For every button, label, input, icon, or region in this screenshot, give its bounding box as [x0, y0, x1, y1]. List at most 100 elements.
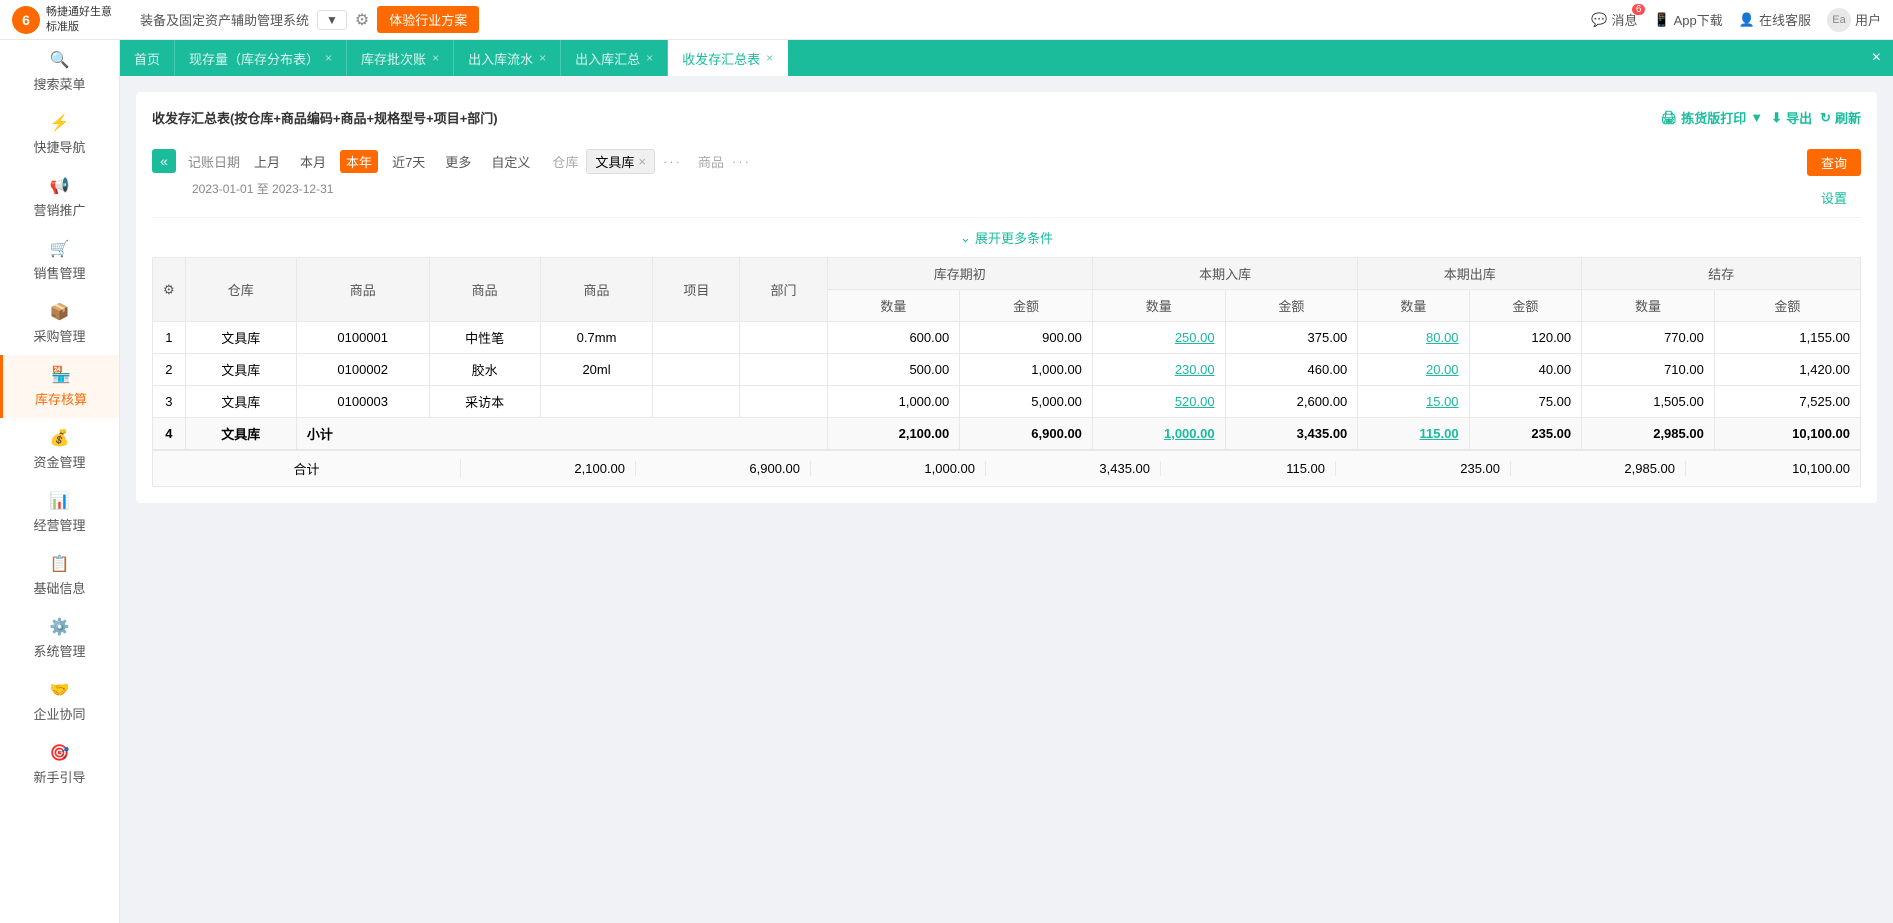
th-balance: 结存: [1582, 258, 1861, 290]
trial-button[interactable]: 体验行业方案: [377, 6, 479, 33]
td-warehouse-2: 文具库: [185, 354, 296, 386]
td-in-amt-2: 460.00: [1225, 354, 1358, 386]
settings-icon[interactable]: ⚙: [355, 10, 369, 30]
out-qty-link-1[interactable]: 80.00: [1426, 330, 1459, 345]
td-in-qty-1[interactable]: 250.00: [1092, 322, 1225, 354]
sidebar-item-marketing[interactable]: 📢 营销推广: [0, 166, 119, 229]
tab-bar-close-button[interactable]: ×: [1860, 49, 1893, 67]
sidebar-item-operations[interactable]: 📊 经营管理: [0, 481, 119, 544]
subtotal-in-qty-link[interactable]: 1,000.00: [1164, 426, 1215, 441]
page-title-text: 收发存汇总表(按仓库+商品编码+商品+规格型号+项目+部门): [152, 108, 498, 127]
tab-recv-send-summary[interactable]: 收发存汇总表 ×: [668, 40, 788, 76]
settings-link[interactable]: 设置: [1821, 188, 1847, 207]
date-btn-more[interactable]: 更多: [439, 150, 477, 173]
tab-recv-send-summary-close[interactable]: ×: [766, 51, 773, 65]
td-dept-3: [740, 386, 827, 418]
warehouse-tag-close-icon[interactable]: ×: [638, 154, 646, 169]
td-subtotal-label: 小计: [296, 418, 827, 450]
td-out-qty-1[interactable]: 80.00: [1358, 322, 1469, 354]
export-icon: ⬇: [1771, 110, 1782, 126]
sidebar-item-basic[interactable]: 📋 基础信息: [0, 544, 119, 607]
sidebar-item-sales[interactable]: 🛒 销售管理: [0, 229, 119, 292]
in-qty-link-1[interactable]: 250.00: [1175, 330, 1215, 345]
td-in-qty-3[interactable]: 520.00: [1092, 386, 1225, 418]
query-button[interactable]: 查询: [1807, 149, 1861, 176]
message-item[interactable]: 💬 消息 6: [1591, 10, 1637, 29]
print-chevron: ▼: [1750, 110, 1763, 125]
expand-more-button[interactable]: ⌄ 展开更多条件: [960, 228, 1053, 247]
in-qty-link-3[interactable]: 520.00: [1175, 394, 1215, 409]
print-button[interactable]: 🖨 拣货版打印 ▼: [1661, 108, 1763, 127]
sidebar-item-search[interactable]: 🔍 搜索菜单: [0, 40, 119, 103]
td-subtotal-init-amt: 6,900.00: [960, 418, 1093, 450]
sidebar-item-guide[interactable]: 🎯 新手引导: [0, 733, 119, 796]
sidebar-item-system[interactable]: ⚙️ 系统管理: [0, 607, 119, 670]
sidebar-item-cooperation[interactable]: 🤝 企业协同: [0, 670, 119, 733]
tab-inout-flow[interactable]: 出入库流水 ×: [454, 40, 561, 76]
tab-inout-summary[interactable]: 出入库汇总 ×: [561, 40, 668, 76]
online-service-item[interactable]: 👤 在线客服: [1739, 10, 1811, 29]
td-project-1: [653, 322, 740, 354]
warehouse-tag[interactable]: 文具库 ×: [586, 149, 655, 174]
footer-total-label: 合计: [153, 459, 461, 478]
table-row: 1 文具库 0100001 中性笔 0.7mm 600.00 900.00 25…: [153, 322, 1861, 354]
subtotal-out-qty-link[interactable]: 115.00: [1420, 426, 1459, 441]
tab-inout-summary-close[interactable]: ×: [646, 51, 653, 65]
clipboard-icon: 📋: [50, 554, 70, 574]
filter-bar: « 记账日期 上月 本月 本年 近7天 更多 自定义 仓库 文具库: [152, 141, 1861, 218]
td-subtotal-in-qty[interactable]: 1,000.00: [1092, 418, 1225, 450]
data-table: ⚙ 仓库 商品 商品 商品 项目 部门 库存期初 本期入库 本期出库 结存: [152, 257, 1861, 450]
sidebar-item-finance[interactable]: 💰 资金管理: [0, 418, 119, 481]
td-subtotal-out-qty[interactable]: 115.00: [1358, 418, 1469, 450]
date-btn-last-month[interactable]: 上月: [248, 150, 286, 173]
date-filter-label: 记账日期: [188, 152, 240, 171]
refresh-icon: ↻: [1820, 110, 1831, 126]
td-subtotal-warehouse: 文具库: [185, 418, 296, 450]
tab-home[interactable]: 首页: [120, 40, 175, 76]
date-btn-this-year[interactable]: 本年: [340, 150, 378, 173]
td-subtotal-init-qty: 2,100.00: [827, 418, 960, 450]
td-in-qty-2[interactable]: 230.00: [1092, 354, 1225, 386]
out-qty-link-2[interactable]: 20.00: [1426, 362, 1459, 377]
target-icon: 🎯: [50, 743, 70, 763]
tab-inout-flow-close[interactable]: ×: [539, 51, 546, 65]
td-spec-2: 20ml: [540, 354, 653, 386]
logo-text: 畅捷通好生意标准版: [46, 5, 112, 34]
td-init-amt-3: 5,000.00: [960, 386, 1093, 418]
sidebar-item-inventory[interactable]: 🏪 库存核算: [0, 355, 119, 418]
tab-stock-dist-close[interactable]: ×: [325, 51, 332, 65]
sidebar-item-quick-nav[interactable]: ⚡ 快捷导航: [0, 103, 119, 166]
sidebar-label-operations: 经营管理: [33, 515, 85, 534]
td-out-qty-2[interactable]: 20.00: [1358, 354, 1469, 386]
td-in-amt-1: 375.00: [1225, 322, 1358, 354]
td-bal-qty-3: 1,505.00: [1582, 386, 1715, 418]
tab-stock-dist[interactable]: 现存量（库存分布表） ×: [175, 40, 347, 76]
th-period-in: 本期入库: [1092, 258, 1357, 290]
tab-batch-close[interactable]: ×: [432, 51, 439, 65]
sidebar-item-purchase[interactable]: 📦 采购管理: [0, 292, 119, 355]
logo-icon: 6: [12, 6, 40, 34]
date-btn-custom[interactable]: 自定义: [485, 150, 536, 173]
date-btn-last-7[interactable]: 近7天: [386, 150, 431, 173]
date-btn-this-month[interactable]: 本月: [294, 150, 332, 173]
refresh-button[interactable]: ↻ 刷新: [1820, 108, 1861, 127]
user-item[interactable]: Ea 用户: [1827, 8, 1881, 32]
export-button[interactable]: ⬇ 导出: [1771, 108, 1812, 127]
td-subtotal-out-amt: 235.00: [1469, 418, 1582, 450]
table-row: 3 文具库 0100003 采访本 1,000.00 5,000.00 520.…: [153, 386, 1861, 418]
th-project: 项目: [653, 258, 740, 322]
footer-out-qty: 115.00: [1161, 461, 1336, 476]
td-out-qty-3[interactable]: 15.00: [1358, 386, 1469, 418]
td-bal-qty-2: 710.00: [1582, 354, 1715, 386]
money-icon: 💰: [50, 428, 70, 448]
system-select[interactable]: ▼: [317, 10, 347, 30]
app-download-item[interactable]: 📱 App下载: [1653, 10, 1722, 29]
out-qty-link-3[interactable]: 15.00: [1426, 394, 1459, 409]
tab-batch[interactable]: 库存批次账 ×: [347, 40, 454, 76]
th-out-qty: 数量: [1358, 290, 1469, 322]
in-qty-link-2[interactable]: 230.00: [1175, 362, 1215, 377]
td-out-amt-1: 120.00: [1469, 322, 1582, 354]
filter-toggle-button[interactable]: «: [152, 149, 176, 173]
warehouse-dots-button[interactable]: ···: [663, 154, 682, 169]
goods-dots-button[interactable]: ···: [732, 154, 751, 169]
